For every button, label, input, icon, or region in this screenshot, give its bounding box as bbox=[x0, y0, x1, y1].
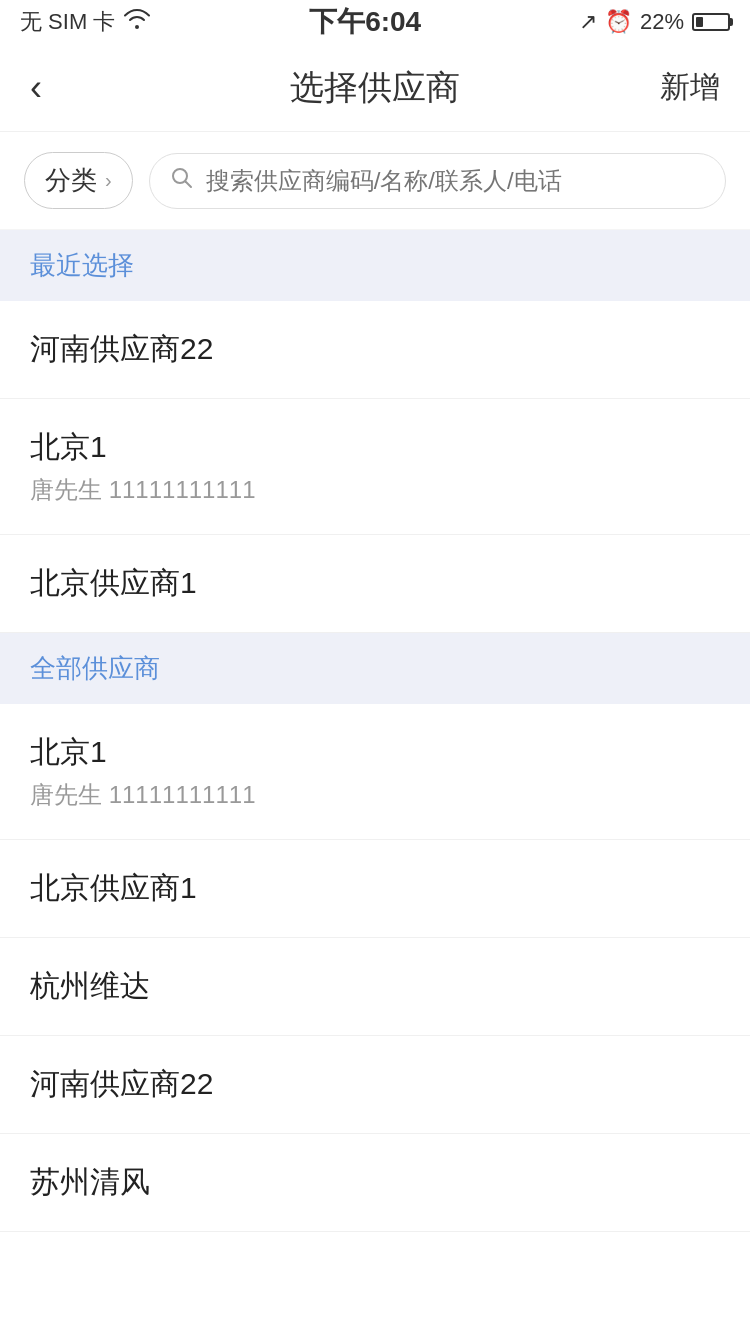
list-item[interactable]: 北京供应商1 bbox=[0, 535, 750, 633]
category-filter-button[interactable]: 分类 › bbox=[24, 152, 133, 209]
status-right: ↗ ⏰ 22% bbox=[579, 9, 730, 35]
supplier-name: 苏州清风 bbox=[30, 1162, 720, 1203]
list-item[interactable]: 河南供应商22 bbox=[0, 1036, 750, 1134]
supplier-detail: 唐先生 11111111111 bbox=[30, 474, 720, 506]
location-icon: ↗ bbox=[579, 9, 597, 35]
supplier-name: 河南供应商22 bbox=[30, 329, 720, 370]
status-bar: 无 SIM 卡 下午6:04 ↗ ⏰ 22% bbox=[0, 0, 750, 44]
all-section-header: 全部供应商 bbox=[0, 633, 750, 704]
sim-label: 无 SIM 卡 bbox=[20, 7, 115, 37]
recent-section-label: 最近选择 bbox=[30, 250, 134, 280]
list-item[interactable]: 北京1 唐先生 11111111111 bbox=[0, 399, 750, 535]
battery-icon bbox=[692, 13, 730, 31]
back-button[interactable]: ‹ bbox=[30, 67, 90, 109]
list-item[interactable]: 苏州清风 bbox=[0, 1134, 750, 1232]
supplier-name: 北京供应商1 bbox=[30, 563, 720, 604]
filter-bar: 分类 › bbox=[0, 132, 750, 230]
add-button[interactable]: 新增 bbox=[660, 67, 720, 108]
chevron-right-icon: › bbox=[105, 169, 112, 192]
recent-section-header: 最近选择 bbox=[0, 230, 750, 301]
wifi-icon bbox=[123, 9, 151, 35]
category-label: 分类 bbox=[45, 163, 97, 198]
supplier-name: 杭州维达 bbox=[30, 966, 720, 1007]
list-item[interactable]: 北京供应商1 bbox=[0, 840, 750, 938]
supplier-name: 北京1 bbox=[30, 427, 720, 468]
list-item[interactable]: 北京1 唐先生 11111111111 bbox=[0, 704, 750, 840]
page-title: 选择供应商 bbox=[290, 65, 460, 111]
search-box bbox=[149, 153, 726, 209]
search-input[interactable] bbox=[206, 167, 705, 195]
nav-bar: ‹ 选择供应商 新增 bbox=[0, 44, 750, 132]
all-section-label: 全部供应商 bbox=[30, 653, 160, 683]
list-item[interactable]: 河南供应商22 bbox=[0, 301, 750, 399]
svg-line-1 bbox=[185, 181, 191, 187]
list-item[interactable]: 杭州维达 bbox=[0, 938, 750, 1036]
search-icon bbox=[170, 166, 194, 196]
recent-list: 河南供应商22 北京1 唐先生 11111111111 北京供应商1 bbox=[0, 301, 750, 633]
battery-percent: 22% bbox=[640, 9, 684, 35]
all-list: 北京1 唐先生 11111111111 北京供应商1 杭州维达河南供应商22 苏州清风 bbox=[0, 704, 750, 1232]
supplier-name: 北京1 bbox=[30, 732, 720, 773]
alarm-icon: ⏰ bbox=[605, 9, 632, 35]
supplier-detail: 唐先生 11111111111 bbox=[30, 779, 720, 811]
status-left: 无 SIM 卡 bbox=[20, 7, 151, 37]
supplier-name: 河南供应商22 bbox=[30, 1064, 720, 1105]
status-time: 下午6:04 bbox=[309, 3, 421, 41]
supplier-name: 北京供应商1 bbox=[30, 868, 720, 909]
